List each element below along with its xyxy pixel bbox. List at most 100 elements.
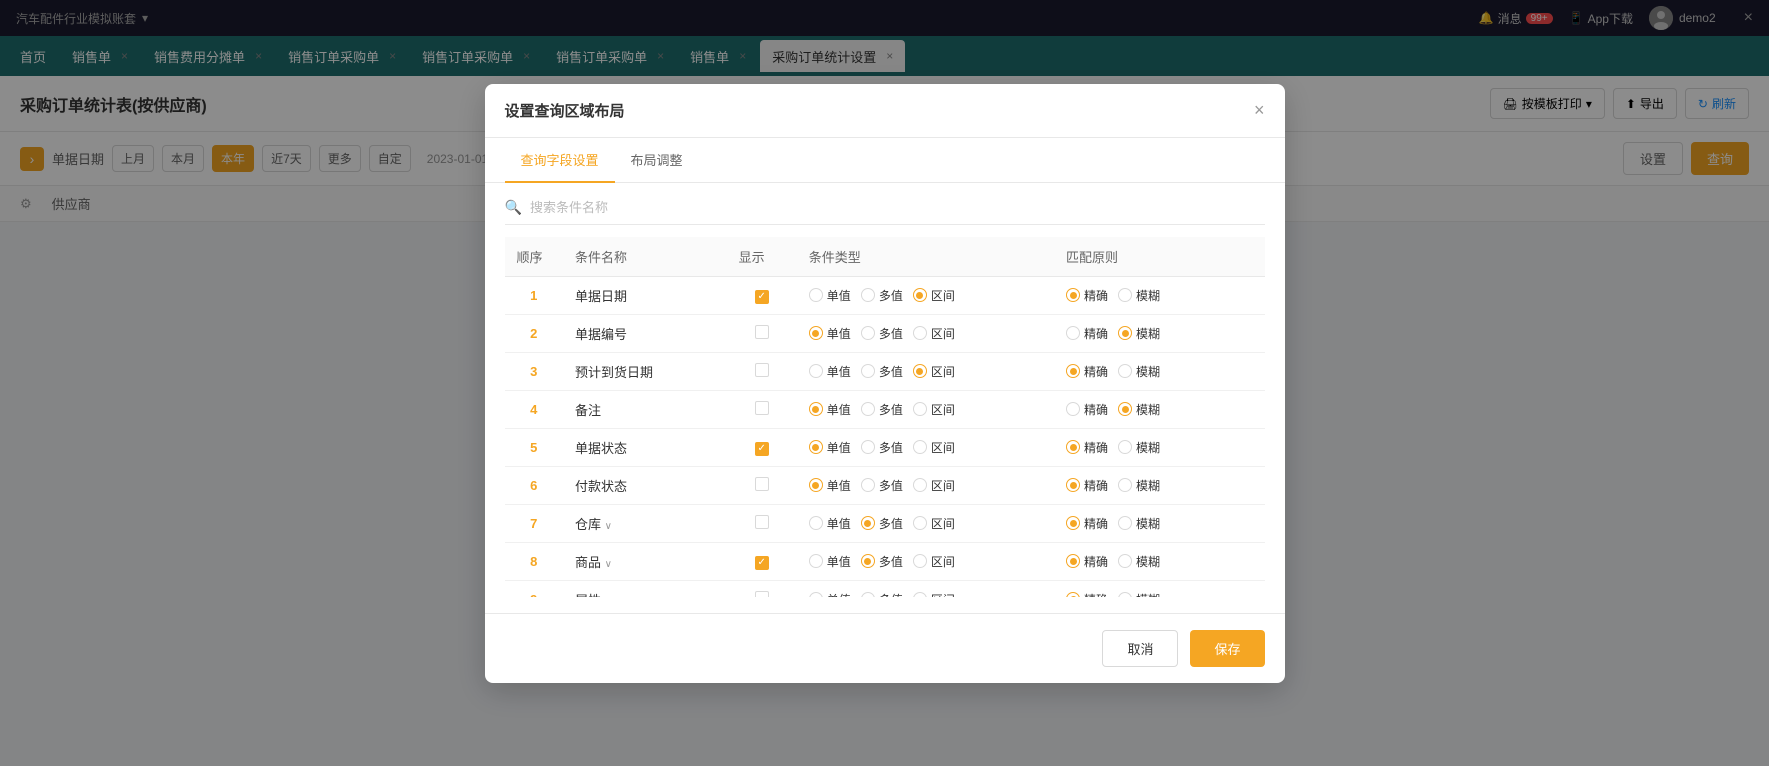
table-row: 8 xyxy=(505,542,563,580)
search-row: 🔍 xyxy=(505,199,1265,225)
th-display: 显示 xyxy=(727,237,797,277)
modal-tab-query-fields[interactable]: 查询字段设置 xyxy=(505,138,615,183)
type-radio-type_range[interactable]: 区间 xyxy=(913,591,955,597)
type-radio-type_multi[interactable]: 多值 xyxy=(861,591,903,597)
type-radio-type_multi[interactable]: 多值 xyxy=(861,553,903,570)
type-radio-type_multi[interactable]: 多值 xyxy=(861,363,903,380)
modal-body: 🔍 顺序 条件名称 显示 条件类型 匹配原则 xyxy=(485,183,1285,613)
condition-name: 付款状态 xyxy=(563,466,727,504)
match-radio-match_fuzzy[interactable]: 模糊 xyxy=(1118,591,1160,597)
match-radio-match_fuzzy[interactable]: 模糊 xyxy=(1118,553,1160,570)
type-radio-type_multi[interactable]: 多值 xyxy=(861,287,903,304)
modal-title: 设置查询区域布局 xyxy=(505,100,625,121)
table-row: 7 xyxy=(505,504,563,542)
modal-tab-layout[interactable]: 布局调整 xyxy=(615,138,699,183)
table-row: 1 xyxy=(505,276,563,314)
display-checkbox[interactable] xyxy=(755,401,769,415)
th-name: 条件名称 xyxy=(563,237,727,277)
display-checkbox[interactable] xyxy=(755,591,769,597)
match-radio-match_exact[interactable]: 精确 xyxy=(1066,515,1108,532)
display-checkbox[interactable] xyxy=(755,325,769,339)
table-row: 3 xyxy=(505,352,563,390)
match-radio-cell: 精确模糊 xyxy=(1054,314,1264,352)
type-radio-cell: 单值多值区间 xyxy=(797,428,1054,466)
type-radio-type_range[interactable]: 区间 xyxy=(913,325,955,342)
type-radio-cell: 单值多值区间 xyxy=(797,390,1054,428)
table-scroll-area: 顺序 条件名称 显示 条件类型 匹配原则 1单据日期单值多值区间精确模糊2单据编… xyxy=(505,237,1265,597)
match-radio-match_fuzzy[interactable]: 模糊 xyxy=(1118,439,1160,456)
type-radio-type_single[interactable]: 单值 xyxy=(809,515,851,532)
type-radio-type_multi[interactable]: 多值 xyxy=(861,515,903,532)
type-radio-type_multi[interactable]: 多值 xyxy=(861,401,903,418)
display-checkbox[interactable] xyxy=(755,477,769,491)
modal-footer: 取消 保存 xyxy=(485,613,1285,683)
type-radio-type_single[interactable]: 单值 xyxy=(809,325,851,342)
match-radio-match_fuzzy[interactable]: 模糊 xyxy=(1118,363,1160,380)
type-radio-type_range[interactable]: 区间 xyxy=(913,477,955,494)
match-radio-match_exact[interactable]: 精确 xyxy=(1066,477,1108,494)
match-radio-match_exact[interactable]: 精确 xyxy=(1066,591,1108,597)
condition-name: 仓库 ∨ xyxy=(563,504,727,542)
match-radio-match_exact[interactable]: 精确 xyxy=(1066,439,1108,456)
modal-header: 设置查询区域布局 × xyxy=(485,84,1285,138)
match-radio-match_exact[interactable]: 精确 xyxy=(1066,553,1108,570)
type-radio-type_single[interactable]: 单值 xyxy=(809,439,851,456)
type-radio-type_range[interactable]: 区间 xyxy=(913,287,955,304)
display-checkbox-cell xyxy=(727,580,797,597)
type-radio-type_single[interactable]: 单值 xyxy=(809,477,851,494)
type-radio-cell: 单值多值区间 xyxy=(797,314,1054,352)
match-radio-match_fuzzy[interactable]: 模糊 xyxy=(1118,287,1160,304)
match-radio-match_fuzzy[interactable]: 模糊 xyxy=(1118,515,1160,532)
type-radio-type_range[interactable]: 区间 xyxy=(913,515,955,532)
type-radio-type_multi[interactable]: 多值 xyxy=(861,325,903,342)
match-radio-match_fuzzy[interactable]: 模糊 xyxy=(1118,325,1160,342)
type-radio-type_range[interactable]: 区间 xyxy=(913,439,955,456)
table-row: 5 xyxy=(505,428,563,466)
search-icon: 🔍 xyxy=(505,199,522,216)
display-checkbox-cell xyxy=(727,542,797,580)
type-radio-cell: 单值多值区间 xyxy=(797,276,1054,314)
match-radio-cell: 精确模糊 xyxy=(1054,466,1264,504)
type-radio-cell: 单值 多值 区间 xyxy=(797,580,1054,597)
condition-name: 单据日期 xyxy=(563,276,727,314)
type-radio-type_single[interactable]: 单值 xyxy=(809,591,851,597)
type-radio-cell: 单值多值区间 xyxy=(797,466,1054,504)
condition-name: 备注 xyxy=(563,390,727,428)
type-radio-type_single[interactable]: 单值 xyxy=(809,401,851,418)
match-radio-cell: 精确模糊 xyxy=(1054,390,1264,428)
cancel-button[interactable]: 取消 xyxy=(1102,630,1178,667)
display-checkbox[interactable] xyxy=(755,556,769,570)
type-radio-cell: 单值多值区间 xyxy=(797,504,1054,542)
match-radio-match_fuzzy[interactable]: 模糊 xyxy=(1118,477,1160,494)
condition-name: 单据编号 xyxy=(563,314,727,352)
display-checkbox-cell xyxy=(727,390,797,428)
type-radio-type_multi[interactable]: 多值 xyxy=(861,439,903,456)
modal-tabs: 查询字段设置 布局调整 xyxy=(485,138,1285,183)
display-checkbox[interactable] xyxy=(755,363,769,377)
match-radio-match_exact[interactable]: 精确 xyxy=(1066,325,1108,342)
modal-close-button[interactable]: × xyxy=(1254,101,1265,119)
match-radio-match_exact[interactable]: 精确 xyxy=(1066,401,1108,418)
modal-overlay: 设置查询区域布局 × 查询字段设置 布局调整 🔍 xyxy=(0,0,1769,766)
type-radio-type_range[interactable]: 区间 xyxy=(913,363,955,380)
display-checkbox[interactable] xyxy=(755,515,769,529)
match-radio-match_exact[interactable]: 精确 xyxy=(1066,287,1108,304)
table-row: 9 xyxy=(505,580,563,597)
save-button[interactable]: 保存 xyxy=(1190,630,1264,667)
search-input[interactable] xyxy=(530,200,730,215)
type-radio-type_single[interactable]: 单值 xyxy=(809,287,851,304)
condition-name: 单据状态 xyxy=(563,428,727,466)
table-row: 2 xyxy=(505,314,563,352)
type-radio-type_range[interactable]: 区间 xyxy=(913,401,955,418)
type-radio-type_multi[interactable]: 多值 xyxy=(861,477,903,494)
display-checkbox[interactable] xyxy=(755,290,769,304)
display-checkbox-cell xyxy=(727,504,797,542)
type-radio-type_single[interactable]: 单值 xyxy=(809,553,851,570)
match-radio-match_fuzzy[interactable]: 模糊 xyxy=(1118,401,1160,418)
type-radio-type_single[interactable]: 单值 xyxy=(809,363,851,380)
match-radio-match_exact[interactable]: 精确 xyxy=(1066,363,1108,380)
display-checkbox[interactable] xyxy=(755,442,769,456)
th-order: 顺序 xyxy=(505,237,563,277)
match-radio-cell: 精确模糊 xyxy=(1054,504,1264,542)
type-radio-type_range[interactable]: 区间 xyxy=(913,553,955,570)
